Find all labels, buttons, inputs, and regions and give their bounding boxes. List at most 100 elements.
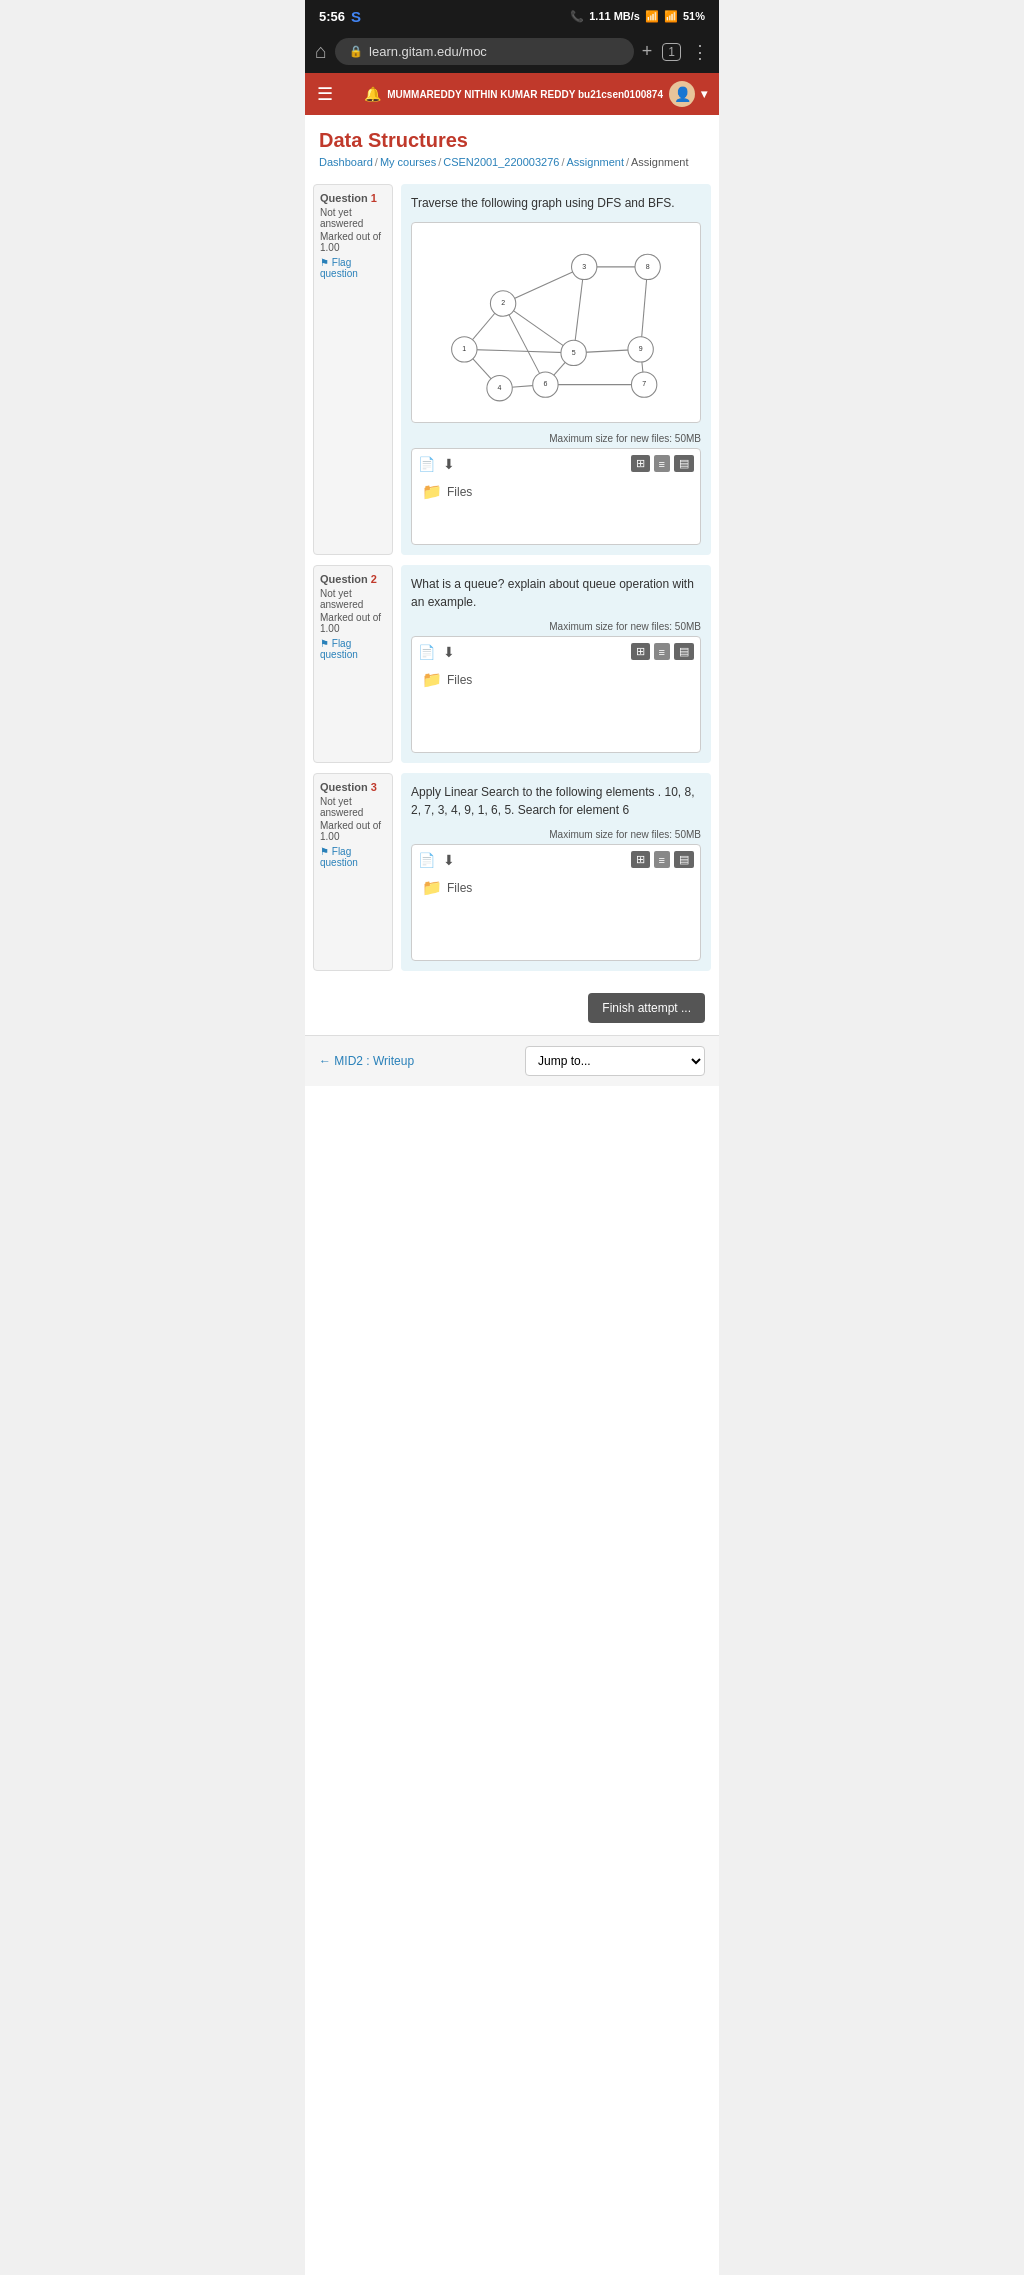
q1-max-size: Maximum size for new files: 50MB (411, 433, 701, 444)
q1-files-label: Files (447, 485, 472, 499)
q1-upload-box: 📄 ⬇ ⊞ ≡ ▤ 📁 Files (411, 448, 701, 545)
q3-files-label: Files (447, 881, 472, 895)
home-icon[interactable]: ⌂ (315, 40, 327, 63)
q2-add-file-icon[interactable]: 📄 (418, 644, 435, 660)
q2-upload-box: 📄 ⬇ ⊞ ≡ ▤ 📁 Files (411, 636, 701, 753)
edge-2-6 (503, 304, 545, 385)
q3-file-area: 📁 Files (418, 874, 694, 954)
jump-select[interactable]: Jump to... (525, 1046, 705, 1076)
svg-text:6: 6 (543, 380, 547, 387)
new-tab-icon[interactable]: + (642, 41, 653, 62)
page-title: Data Structures (319, 129, 705, 152)
q3-marked: Marked out of 1.00 (320, 820, 386, 842)
phone-icon: 📞 (570, 10, 584, 23)
q3-folder-icon: 📁 (422, 878, 442, 897)
q1-flag[interactable]: ⚑ Flag question (320, 257, 358, 279)
q2-list-view-btn[interactable]: ≡ (654, 643, 670, 660)
wifi-icon: 📶 (645, 10, 659, 23)
svg-text:5: 5 (572, 349, 576, 356)
breadcrumb: Dashboard / My courses / CSEN2001_220003… (319, 156, 705, 168)
q2-flag[interactable]: ⚑ Flag question (320, 638, 358, 660)
status-bar: 5:56 S 📞 1.11 MB/s 📶 📶 51% (305, 0, 719, 32)
time: 5:56 (319, 9, 345, 24)
q3-add-file-icon[interactable]: 📄 (418, 852, 435, 868)
q1-marked: Marked out of 1.00 (320, 231, 386, 253)
node-7: 7 (631, 372, 656, 397)
detail-view-btn[interactable]: ▤ (674, 455, 694, 472)
add-file-icon[interactable]: 📄 (418, 456, 435, 472)
list-view-btn[interactable]: ≡ (654, 455, 670, 472)
signal-icon: 📶 (664, 10, 678, 23)
node-2: 2 (490, 291, 515, 316)
question-1-wrapper: Question 1 Not yet answered Marked out o… (313, 184, 711, 555)
q1-files-folder[interactable]: 📁 Files (422, 482, 472, 501)
q3-download-icon[interactable]: ⬇ (443, 852, 455, 868)
breadcrumb-assignment2: Assignment (631, 156, 688, 168)
hamburger-icon[interactable]: ☰ (317, 83, 333, 105)
folder-icon: 📁 (422, 482, 442, 501)
speed: 1.11 MB/s (589, 10, 640, 22)
q2-marked: Marked out of 1.00 (320, 612, 386, 634)
breadcrumb-course[interactable]: CSEN2001_220003276 (443, 156, 559, 168)
q3-upload-box: 📄 ⬇ ⊞ ≡ ▤ 📁 Files (411, 844, 701, 961)
bell-icon[interactable]: 🔔 (364, 86, 381, 102)
finish-attempt-button[interactable]: Finish attempt ... (588, 993, 705, 1023)
q3-grid-view-btn[interactable]: ⊞ (631, 851, 650, 868)
q2-detail-view-btn[interactable]: ▤ (674, 643, 694, 660)
page-title-area: Data Structures Dashboard / My courses /… (305, 115, 719, 174)
svg-text:4: 4 (498, 384, 502, 391)
prev-link[interactable]: ← MID2 : Writeup (319, 1054, 414, 1068)
lock-icon: 🔒 (349, 45, 363, 58)
graph-svg: 1 2 3 4 (422, 233, 690, 409)
question-1-main: Traverse the following graph using DFS a… (401, 184, 711, 555)
q2-folder-icon: 📁 (422, 670, 442, 689)
node-5: 5 (561, 340, 586, 365)
battery: 51% (683, 10, 705, 22)
q3-detail-view-btn[interactable]: ▤ (674, 851, 694, 868)
question-3-sidebar: Question 3 Not yet answered Marked out o… (313, 773, 393, 971)
url-text: learn.gitam.edu/moc (369, 44, 487, 59)
graph-container: 1 2 3 4 (411, 222, 701, 423)
q3-file-toolbar: 📄 ⬇ ⊞ ≡ ▤ (418, 851, 694, 868)
q3-label: Question 3 (320, 781, 386, 793)
q2-download-icon[interactable]: ⬇ (443, 644, 455, 660)
q2-grid-view-btn[interactable]: ⊞ (631, 643, 650, 660)
bottom-actions: Finish attempt ... (305, 981, 719, 1035)
breadcrumb-assignment1[interactable]: Assignment (566, 156, 623, 168)
svg-text:3: 3 (582, 263, 586, 270)
page-content: Data Structures Dashboard / My courses /… (305, 115, 719, 2275)
download-icon[interactable]: ⬇ (443, 456, 455, 472)
chevron-down-icon[interactable]: ▾ (701, 87, 707, 101)
menu-icon[interactable]: ⋮ (691, 41, 709, 63)
q2-file-area: 📁 Files (418, 666, 694, 746)
q2-max-size: Maximum size for new files: 50MB (411, 621, 701, 632)
s-logo: S (351, 8, 361, 25)
breadcrumb-mycourses[interactable]: My courses (380, 156, 436, 168)
node-3: 3 (572, 254, 597, 279)
avatar: 👤 (669, 81, 695, 107)
q1-label: Question 1 (320, 192, 386, 204)
question-2-sidebar: Question 2 Not yet answered Marked out o… (313, 565, 393, 763)
q3-list-view-btn[interactable]: ≡ (654, 851, 670, 868)
user-name: MUMMAREDDY NITHIN KUMAR REDDY bu21csen01… (387, 89, 663, 100)
question-3-main: Apply Linear Search to the following ele… (401, 773, 711, 971)
browser-bar: ⌂ 🔒 learn.gitam.edu/moc + 1 ⋮ (305, 32, 719, 73)
q1-text: Traverse the following graph using DFS a… (411, 194, 701, 212)
status-right: 📞 1.11 MB/s 📶 📶 51% (570, 10, 705, 23)
q2-files-label: Files (447, 673, 472, 687)
q3-flag[interactable]: ⚑ Flag question (320, 846, 358, 868)
q3-status: Not yet answered (320, 796, 386, 818)
question-2-main: What is a queue? explain about queue ope… (401, 565, 711, 763)
question-2-wrapper: Question 2 Not yet answered Marked out o… (313, 565, 711, 763)
node-8: 8 (635, 254, 660, 279)
tab-count[interactable]: 1 (662, 43, 681, 61)
grid-view-btn[interactable]: ⊞ (631, 455, 650, 472)
breadcrumb-dashboard[interactable]: Dashboard (319, 156, 373, 168)
url-bar[interactable]: 🔒 learn.gitam.edu/moc (335, 38, 634, 65)
q2-files-folder[interactable]: 📁 Files (422, 670, 472, 689)
svg-text:8: 8 (646, 263, 650, 270)
q3-files-folder[interactable]: 📁 Files (422, 878, 472, 897)
q2-text: What is a queue? explain about queue ope… (411, 575, 701, 611)
q1-status: Not yet answered (320, 207, 386, 229)
q2-file-toolbar: 📄 ⬇ ⊞ ≡ ▤ (418, 643, 694, 660)
